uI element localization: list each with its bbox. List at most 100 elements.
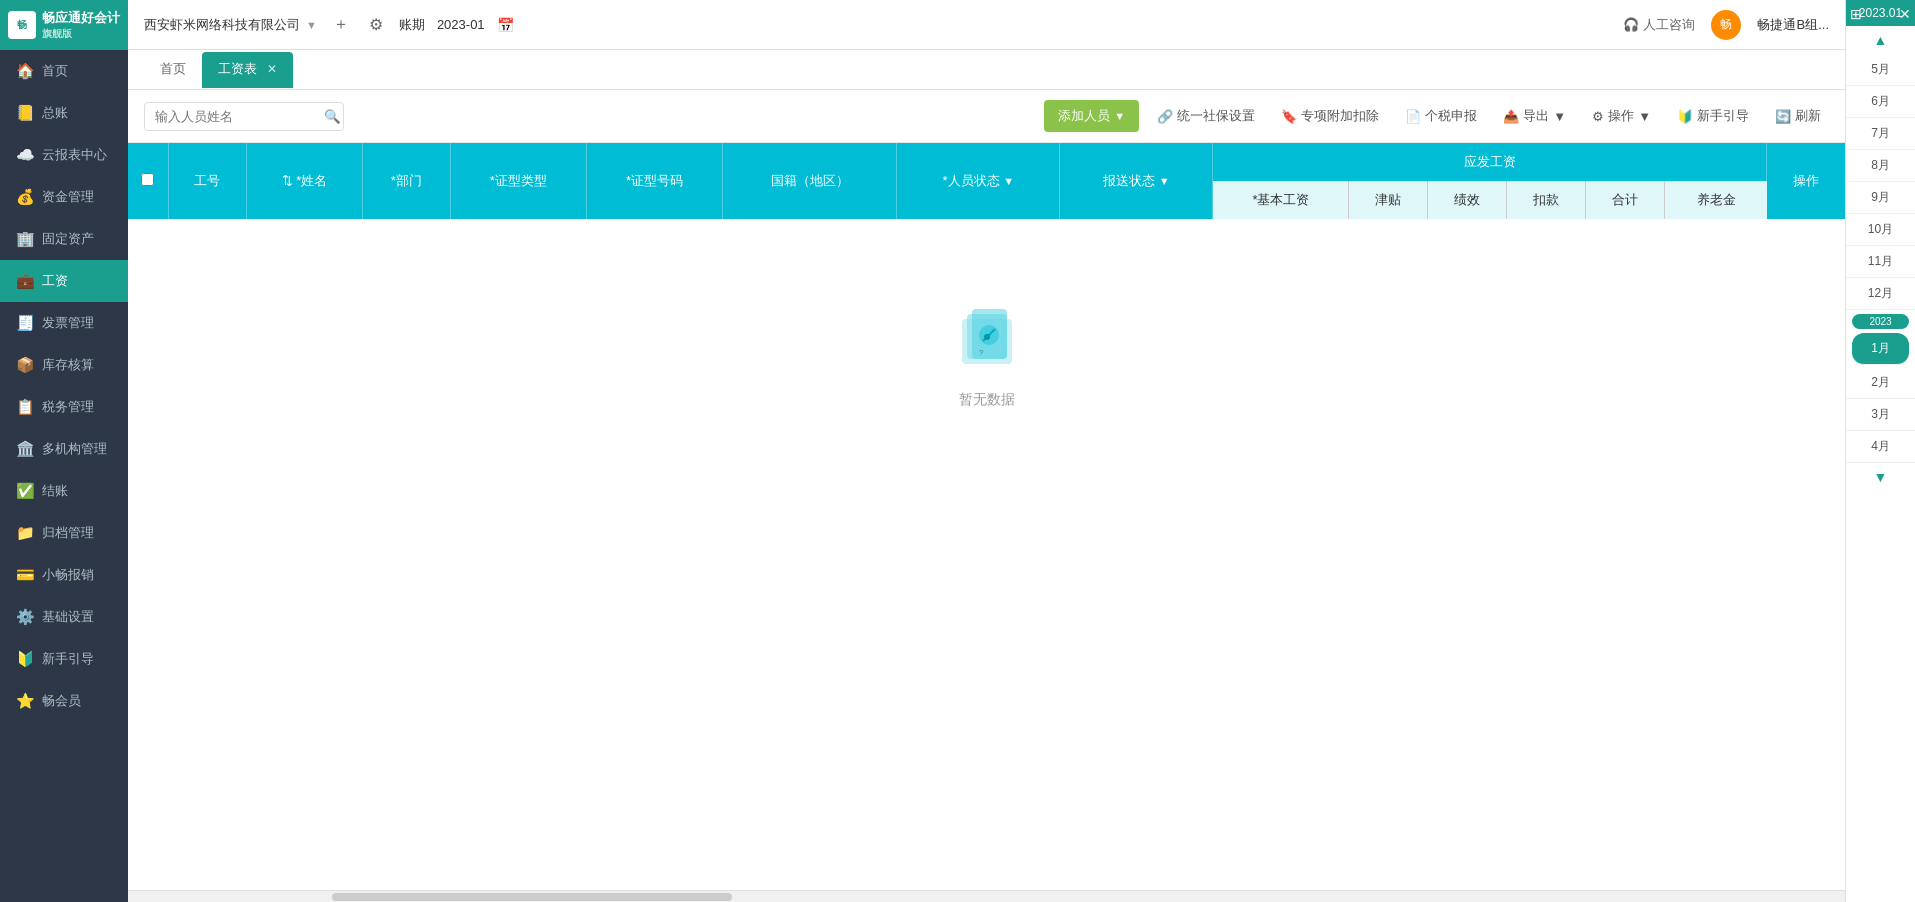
tax-report-button[interactable]: 📄 个税申报 bbox=[1397, 101, 1485, 131]
report-filter-icon[interactable]: ▼ bbox=[1159, 175, 1170, 187]
period-month-6[interactable]: 6月 bbox=[1846, 86, 1915, 118]
period-month-11[interactable]: 11月 bbox=[1846, 246, 1915, 278]
main-area: 西安虾米网络科技有限公司 ▼ ＋ ⚙ 账期 2023-01 📅 🎧 人工咨询 畅… bbox=[128, 0, 1845, 902]
salary-table-wrapper: 工号 ⇅ *姓名 *部门 *证型类型 *证型号码 国籍（地区） *人员状态 ▼ … bbox=[128, 143, 1845, 890]
period-month-5[interactable]: 5月 bbox=[1846, 54, 1915, 86]
tab-close-icon[interactable]: ✕ bbox=[267, 62, 277, 76]
sidebar-item-multi-org[interactable]: 🏛️ 多机构管理 bbox=[0, 428, 128, 470]
th-pension: 养老金 bbox=[1665, 181, 1767, 219]
sidebar-item-inventory[interactable]: 📦 库存核算 bbox=[0, 344, 128, 386]
sidebar-item-fixed-assets[interactable]: 🏢 固定资产 bbox=[0, 218, 128, 260]
content-area: 🔍 添加人员 ▼ 🔗 统一社保设置 🔖 专项附加扣除 📄 个税申报 📤 导出 bbox=[128, 90, 1845, 902]
sidebar-item-ledger[interactable]: 📒 总账 bbox=[0, 92, 128, 134]
period-label: 账期 bbox=[399, 16, 425, 34]
panel-close-button[interactable]: ✕ bbox=[1899, 6, 1911, 22]
operations-label: 操作 bbox=[1608, 107, 1634, 125]
sidebar-item-tax[interactable]: 📋 税务管理 bbox=[0, 386, 128, 428]
sidebar-item-cloud-report[interactable]: ☁️ 云报表中心 bbox=[0, 134, 128, 176]
logo-text: 畅应通好会计 旗舰版 bbox=[42, 9, 120, 41]
th-operations: 操作 bbox=[1767, 143, 1845, 219]
guide-icon: 🔰 bbox=[16, 650, 34, 668]
operations-button[interactable]: ⚙ 操作 ▼ bbox=[1584, 101, 1659, 131]
human-service-label: 人工咨询 bbox=[1643, 16, 1695, 34]
period-month-10[interactable]: 10月 bbox=[1846, 214, 1915, 246]
period-month-7[interactable]: 7月 bbox=[1846, 118, 1915, 150]
sidebar-item-funds[interactable]: 💰 资金管理 bbox=[0, 176, 128, 218]
tax-icon: 📄 bbox=[1405, 109, 1421, 124]
period-month-8[interactable]: 8月 bbox=[1846, 150, 1915, 182]
expense-icon: 💳 bbox=[16, 566, 34, 584]
sidebar-item-vip[interactable]: ⭐ 畅会员 bbox=[0, 680, 128, 722]
operations-icon: ⚙ bbox=[1592, 109, 1604, 124]
empty-state-icon: ? bbox=[947, 299, 1027, 379]
period-month-9[interactable]: 9月 bbox=[1846, 182, 1915, 214]
sidebar-item-label: 固定资产 bbox=[42, 230, 94, 248]
company-settings-button[interactable]: ⚙ bbox=[365, 11, 387, 38]
company-name: 西安虾米网络科技有限公司 bbox=[144, 16, 300, 34]
sidebar-item-archive[interactable]: 📁 归档管理 bbox=[0, 512, 128, 554]
sidebar-item-expense[interactable]: 💳 小畅报销 bbox=[0, 554, 128, 596]
period-down-button[interactable]: ▼ bbox=[1846, 463, 1915, 491]
logo-main-text: 畅应通好会计 bbox=[42, 9, 120, 27]
sidebar-item-settle[interactable]: ✅ 结账 bbox=[0, 470, 128, 512]
chevron-down-icon: ▼ bbox=[306, 19, 317, 31]
period-month-2[interactable]: 2月 bbox=[1846, 367, 1915, 399]
period-month-1[interactable]: 1月 bbox=[1852, 333, 1909, 365]
scrollbar-thumb[interactable] bbox=[332, 893, 732, 901]
add-company-button[interactable]: ＋ bbox=[329, 10, 353, 39]
guide-button[interactable]: 🔰 新手引导 bbox=[1669, 101, 1757, 131]
sidebar-item-invoice[interactable]: 🧾 发票管理 bbox=[0, 302, 128, 344]
fixed-assets-icon: 🏢 bbox=[16, 230, 34, 248]
search-button[interactable]: 🔍 bbox=[324, 109, 341, 124]
company-selector[interactable]: 西安虾米网络科技有限公司 ▼ bbox=[144, 16, 317, 34]
settle-icon: ✅ bbox=[16, 482, 34, 500]
th-nationality: 国籍（地区） bbox=[722, 143, 896, 219]
th-id-type: *证型类型 bbox=[450, 143, 586, 219]
special-deduction-button[interactable]: 🔖 专项附加扣除 bbox=[1273, 101, 1387, 131]
horizontal-scrollbar[interactable] bbox=[128, 890, 1845, 902]
special-deduction-label: 专项附加扣除 bbox=[1301, 107, 1379, 125]
refresh-button[interactable]: 🔄 刷新 bbox=[1767, 101, 1829, 131]
period-panel: ⊞ 2023.01 ✕ ▲ 5月 6月 7月 8月 9月 10月 11月 12月… bbox=[1845, 0, 1915, 902]
ledger-icon: 📒 bbox=[16, 104, 34, 122]
period-month-3[interactable]: 3月 bbox=[1846, 399, 1915, 431]
sidebar-item-label: 畅会员 bbox=[42, 692, 81, 710]
tabs-bar: 首页 工资表 ✕ bbox=[128, 50, 1845, 90]
tab-salary[interactable]: 工资表 ✕ bbox=[202, 52, 293, 88]
special-deduction-icon: 🔖 bbox=[1281, 109, 1297, 124]
panel-expand-button[interactable]: ⊞ bbox=[1850, 6, 1862, 22]
sidebar-item-salary[interactable]: 💼 工资 bbox=[0, 260, 128, 302]
select-all-checkbox[interactable] bbox=[141, 173, 154, 186]
tab-home[interactable]: 首页 bbox=[144, 52, 202, 88]
human-service-btn[interactable]: 🎧 人工咨询 bbox=[1623, 16, 1695, 34]
add-person-button[interactable]: 添加人员 ▼ bbox=[1044, 100, 1139, 132]
sidebar-item-guide[interactable]: 🔰 新手引导 bbox=[0, 638, 128, 680]
sidebar-item-label: 工资 bbox=[42, 272, 68, 290]
logo-sub-text: 旗舰版 bbox=[42, 27, 120, 41]
period-panel-year-label: 2023.01 bbox=[1859, 6, 1902, 20]
salary-icon: 💼 bbox=[16, 272, 34, 290]
refresh-icon: 🔄 bbox=[1775, 109, 1791, 124]
toolbar: 🔍 添加人员 ▼ 🔗 统一社保设置 🔖 专项附加扣除 📄 个税申报 📤 导出 bbox=[128, 90, 1845, 143]
status-filter-icon[interactable]: ▼ bbox=[1003, 175, 1014, 187]
sidebar-item-label: 云报表中心 bbox=[42, 146, 107, 164]
th-checkbox[interactable] bbox=[128, 143, 168, 219]
calendar-icon[interactable]: 📅 bbox=[497, 17, 514, 33]
sidebar-item-label: 首页 bbox=[42, 62, 68, 80]
tab-salary-label: 工资表 bbox=[218, 61, 257, 76]
sidebar-item-home[interactable]: 🏠 首页 bbox=[0, 50, 128, 92]
social-security-label: 统一社保设置 bbox=[1177, 107, 1255, 125]
export-button[interactable]: 📤 导出 ▼ bbox=[1495, 101, 1574, 131]
inventory-icon: 📦 bbox=[16, 356, 34, 374]
export-chevron-icon: ▼ bbox=[1553, 109, 1566, 124]
search-input[interactable] bbox=[144, 102, 344, 131]
period-month-12[interactable]: 12月 bbox=[1846, 278, 1915, 310]
social-security-button[interactable]: 🔗 统一社保设置 bbox=[1149, 101, 1263, 131]
period-month-4[interactable]: 4月 bbox=[1846, 431, 1915, 463]
invoice-icon: 🧾 bbox=[16, 314, 34, 332]
sidebar-item-label: 税务管理 bbox=[42, 398, 94, 416]
sidebar-item-label: 归档管理 bbox=[42, 524, 94, 542]
tab-home-label: 首页 bbox=[160, 61, 186, 76]
sidebar-item-settings[interactable]: ⚙️ 基础设置 bbox=[0, 596, 128, 638]
period-up-button[interactable]: ▲ bbox=[1846, 26, 1915, 54]
